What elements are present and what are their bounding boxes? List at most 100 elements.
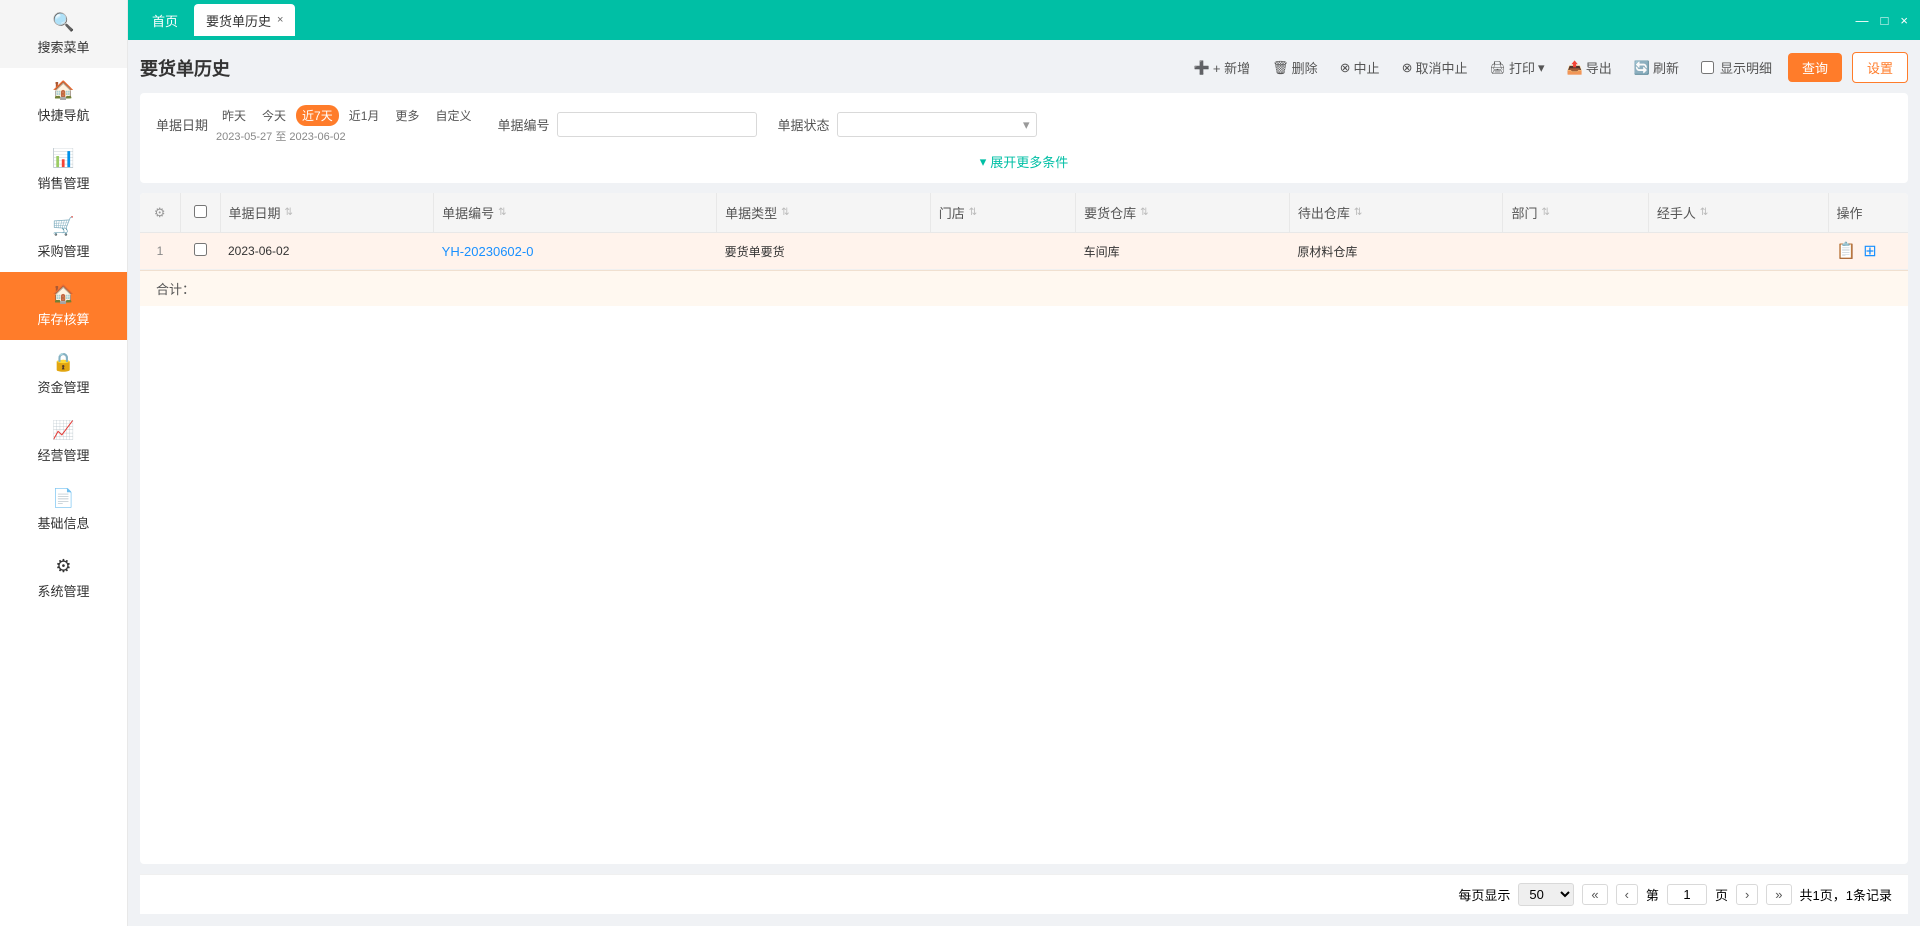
row-bill-no-link[interactable]: YH-20230602-0 — [442, 244, 534, 259]
sidebar-item-label: 系统管理 — [37, 581, 89, 600]
sidebar-item-label: 快捷导航 — [37, 105, 89, 124]
minimize-icon[interactable]: — — [1856, 13, 1869, 28]
sort-handler-icon[interactable]: ⇅ — [1700, 207, 1708, 218]
table-container: ⚙ 单据日期 ⇅ 单据编号 — [140, 193, 1908, 864]
sort-reqwarehouse-icon[interactable]: ⇅ — [1140, 207, 1148, 218]
sidebar: 🔍 搜索菜单 🏠 快捷导航 📊 销售管理 🛒 采购管理 🏠 库存核算 🔒 资金管… — [0, 0, 128, 926]
system-icon: ⚙ — [55, 556, 71, 577]
sidebar-item-system[interactable]: ⚙ 系统管理 — [0, 544, 127, 612]
shortcut-today[interactable]: 今天 — [256, 105, 292, 126]
shortcut-custom[interactable]: 自定义 — [429, 105, 477, 126]
refresh-button[interactable]: 🔄 刷新 — [1628, 54, 1685, 81]
sidebar-item-sales[interactable]: 📊 销售管理 — [0, 136, 127, 204]
shortcut-more[interactable]: 更多 — [389, 105, 425, 126]
refresh-label: 刷新 — [1653, 58, 1679, 77]
th-settings: ⚙ — [140, 193, 180, 233]
column-settings-icon[interactable]: ⚙ — [154, 205, 166, 220]
shortcut-1month[interactable]: 近1月 — [343, 105, 386, 126]
sort-outwarehouse-icon[interactable]: ⇅ — [1354, 207, 1362, 218]
print-dropdown-icon: ▾ — [1538, 60, 1545, 76]
cancel-stop-label: 取消中止 — [1415, 58, 1467, 77]
tab-home-label: 首页 — [152, 11, 178, 30]
maximize-icon[interactable]: □ — [1881, 13, 1889, 28]
settings-label: 设置 — [1867, 58, 1893, 77]
export-label: 导出 — [1586, 58, 1612, 77]
sidebar-item-search-menu[interactable]: 🔍 搜索菜单 — [0, 0, 127, 68]
page-title: 要货单历史 — [140, 55, 230, 81]
sort-department-icon[interactable]: ⇅ — [1541, 207, 1549, 218]
delete-icon: 🗑 — [1272, 60, 1289, 76]
th-date: 单据日期 ⇅ — [220, 193, 434, 233]
date-range-display: 2023-05-27 至 2023-06-02 — [216, 128, 477, 144]
sidebar-item-label: 采购管理 — [37, 241, 89, 260]
row-edit-button[interactable]: 📋 — [1836, 243, 1856, 260]
page-suffix: 页 — [1715, 885, 1728, 904]
page-number-input[interactable] — [1667, 884, 1707, 905]
shortcut-7days[interactable]: 近7天 — [296, 105, 339, 126]
status-select[interactable] — [837, 112, 1037, 137]
row-req-warehouse: 车间库 — [1076, 233, 1290, 270]
page-size-select[interactable]: 50 100 200 — [1518, 883, 1574, 906]
sort-billtype-icon[interactable]: ⇅ — [781, 207, 789, 218]
window-close-icon[interactable]: × — [1900, 13, 1908, 28]
row-settings: 1 — [140, 233, 180, 270]
th-req-warehouse: 要货仓库 ⇅ — [1076, 193, 1290, 233]
export-button[interactable]: 📤 导出 — [1561, 54, 1618, 81]
settings-button[interactable]: 设置 — [1852, 52, 1908, 83]
first-page-button[interactable]: « — [1582, 884, 1607, 905]
stop-button[interactable]: ⊗ 中止 — [1334, 54, 1386, 81]
th-bill-type: 单据类型 ⇅ — [717, 193, 931, 233]
page-size-label: 每页显示 — [1458, 885, 1510, 904]
main-area: 首页 要货单历史 × — □ × 要货单历史 ➕ + 新增 🗑 删除 — [128, 0, 1920, 926]
display-detail-checkbox[interactable] — [1701, 61, 1714, 74]
row-checkbox[interactable] — [194, 243, 207, 256]
expand-icon: ▾ — [980, 154, 987, 170]
sidebar-item-label: 库存核算 — [37, 309, 89, 328]
sidebar-item-inventory[interactable]: 🏠 库存核算 — [0, 272, 127, 340]
sort-date-icon[interactable]: ⇅ — [285, 207, 293, 218]
shortcut-yesterday[interactable]: 昨天 — [216, 105, 252, 126]
row-checkbox-cell — [180, 233, 220, 270]
toolbar: ➕ + 新增 🗑 删除 ⊗ 中止 ⊗ 取消中止 🖨 打印 — [1188, 52, 1908, 83]
sort-store-icon[interactable]: ⇅ — [969, 207, 977, 218]
sidebar-item-finance[interactable]: 🔒 资金管理 — [0, 340, 127, 408]
expand-label: 展开更多条件 — [990, 152, 1068, 171]
next-page-button[interactable]: › — [1736, 884, 1758, 905]
new-button[interactable]: ➕ + 新增 — [1188, 54, 1256, 81]
refresh-icon: 🔄 — [1634, 60, 1650, 76]
th-bill-no: 单据编号 ⇅ — [434, 193, 717, 233]
tab-active[interactable]: 要货单历史 × — [194, 4, 295, 36]
total-info: 共1页，1条记录 — [1800, 885, 1892, 904]
sidebar-item-basic-info[interactable]: 📄 基础信息 — [0, 476, 127, 544]
sidebar-item-label: 资金管理 — [37, 377, 89, 396]
print-button[interactable]: 🖨 打印 ▾ — [1483, 54, 1550, 81]
new-label: + 新增 — [1213, 58, 1250, 77]
tab-close-button[interactable]: × — [277, 14, 283, 26]
sidebar-item-label: 经营管理 — [37, 445, 89, 464]
row-detail-button[interactable]: ⊞ — [1863, 243, 1876, 260]
row-bill-no: YH-20230602-0 — [434, 233, 717, 270]
select-all-checkbox[interactable] — [194, 205, 207, 218]
basic-info-icon: 📄 — [52, 488, 74, 509]
new-icon: ➕ — [1194, 60, 1210, 76]
bill-no-label: 单据编号 — [497, 115, 549, 134]
row-out-warehouse: 原材料仓库 — [1289, 233, 1503, 270]
page-input-label: 第 — [1646, 885, 1659, 904]
filter-status: 单据状态 — [777, 112, 1037, 137]
bill-no-input[interactable] — [557, 112, 757, 137]
display-detail-button[interactable]: 显示明细 — [1695, 54, 1778, 81]
tab-home[interactable]: 首页 — [140, 4, 190, 36]
query-button[interactable]: 查询 — [1788, 53, 1842, 82]
sort-billno-icon[interactable]: ⇅ — [498, 207, 506, 218]
cancel-stop-button[interactable]: ⊗ 取消中止 — [1396, 54, 1474, 81]
sidebar-item-purchase[interactable]: 🛒 采购管理 — [0, 204, 127, 272]
sidebar-item-operations[interactable]: 📈 经营管理 — [0, 408, 127, 476]
topbar: 首页 要货单历史 × — □ × — [128, 0, 1920, 40]
delete-label: 删除 — [1292, 58, 1318, 77]
expand-more-button[interactable]: ▾ 展开更多条件 — [980, 152, 1069, 171]
filter-panel: 单据日期 昨天 今天 近7天 近1月 更多 自定义 2023-05-27 至 2… — [140, 93, 1908, 183]
last-page-button[interactable]: » — [1766, 884, 1791, 905]
sidebar-item-quick-nav[interactable]: 🏠 快捷导航 — [0, 68, 127, 136]
prev-page-button[interactable]: ‹ — [1616, 884, 1638, 905]
delete-button[interactable]: 🗑 删除 — [1266, 54, 1324, 81]
